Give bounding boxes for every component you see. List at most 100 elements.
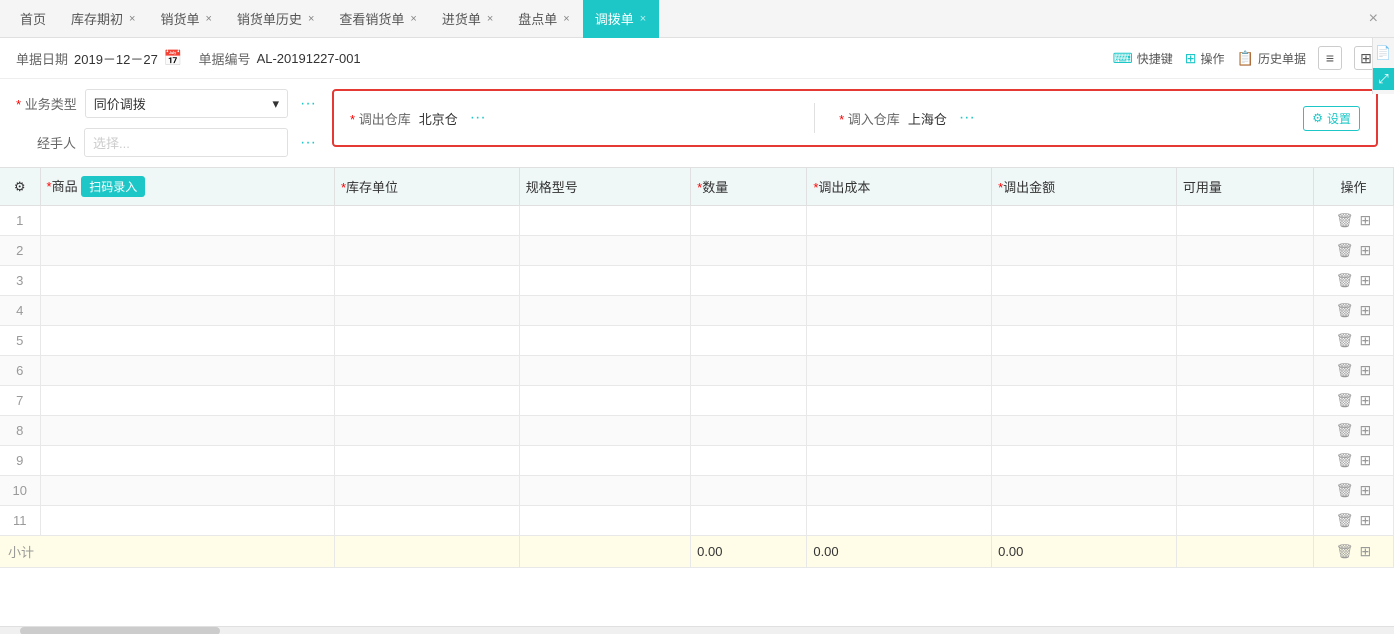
delete-icon[interactable]: 🗑 xyxy=(1336,272,1354,289)
tab-inventory-init[interactable]: 库存期初 × xyxy=(59,0,148,38)
warehouse-out-more[interactable]: ··· xyxy=(470,109,486,127)
copy-icon[interactable]: ⊞ xyxy=(1360,482,1372,499)
row-qty[interactable] xyxy=(691,326,807,356)
row-cost[interactable] xyxy=(807,266,992,296)
row-qty[interactable] xyxy=(691,236,807,266)
row-available[interactable] xyxy=(1176,476,1313,506)
copy-icon[interactable]: ⊞ xyxy=(1360,362,1372,379)
row-amount[interactable] xyxy=(992,296,1177,326)
row-cost[interactable] xyxy=(807,206,992,236)
business-type-select[interactable]: 同价调拨 ▾ xyxy=(85,89,288,118)
scan-button[interactable]: 扫码录入 xyxy=(81,176,145,197)
delete-icon[interactable]: 🗑 xyxy=(1336,302,1354,319)
copy-icon[interactable]: ⊞ xyxy=(1360,392,1372,409)
row-cost[interactable] xyxy=(807,506,992,536)
row-available[interactable] xyxy=(1176,386,1313,416)
handler-more[interactable]: ··· xyxy=(300,134,316,152)
row-amount[interactable] xyxy=(992,356,1177,386)
tab-inventory-count[interactable]: 盘点单 × xyxy=(506,0,582,38)
row-cost[interactable] xyxy=(807,476,992,506)
copy-icon[interactable]: ⊞ xyxy=(1360,512,1372,529)
row-qty[interactable] xyxy=(691,416,807,446)
row-cost[interactable] xyxy=(807,236,992,266)
row-cost[interactable] xyxy=(807,356,992,386)
delete-icon[interactable]: 🗑 xyxy=(1336,422,1354,439)
row-spec[interactable] xyxy=(519,206,690,236)
close-tab-sales-order[interactable]: × xyxy=(205,13,211,25)
close-all-tabs[interactable]: × xyxy=(1361,10,1386,28)
row-spec[interactable] xyxy=(519,506,690,536)
tab-transfer-order[interactable]: 调拨单 × xyxy=(583,0,659,38)
sidebar-expand-icon[interactable]: ⤢ xyxy=(1373,68,1394,90)
subtotal-copy-icon[interactable]: ⊞ xyxy=(1360,543,1372,560)
history-btn[interactable]: 📋 历史单据 xyxy=(1237,50,1306,67)
copy-icon[interactable]: ⊞ xyxy=(1360,422,1372,439)
horizontal-scrollbar[interactable] xyxy=(0,626,1394,634)
row-spec[interactable] xyxy=(519,236,690,266)
row-cost[interactable] xyxy=(807,296,992,326)
row-spec[interactable] xyxy=(519,266,690,296)
delete-icon[interactable]: 🗑 xyxy=(1336,392,1354,409)
row-product[interactable] xyxy=(40,326,334,356)
delete-icon[interactable]: 🗑 xyxy=(1336,452,1354,469)
row-unit[interactable] xyxy=(334,446,519,476)
row-amount[interactable] xyxy=(992,446,1177,476)
row-cost[interactable] xyxy=(807,416,992,446)
sidebar-doc-icon[interactable]: 📄 xyxy=(1373,42,1394,64)
business-type-more[interactable]: ··· xyxy=(300,95,316,113)
row-spec[interactable] xyxy=(519,446,690,476)
row-available[interactable] xyxy=(1176,506,1313,536)
delete-icon[interactable]: 🗑 xyxy=(1336,482,1354,499)
copy-icon[interactable]: ⊞ xyxy=(1360,452,1372,469)
copy-icon[interactable]: ⊞ xyxy=(1360,272,1372,289)
row-spec[interactable] xyxy=(519,356,690,386)
row-spec[interactable] xyxy=(519,476,690,506)
warehouse-in-more[interactable]: ··· xyxy=(959,109,975,127)
tab-home[interactable]: 首页 xyxy=(8,0,59,38)
row-product[interactable] xyxy=(40,206,334,236)
row-product[interactable] xyxy=(40,476,334,506)
row-amount[interactable] xyxy=(992,206,1177,236)
row-available[interactable] xyxy=(1176,446,1313,476)
calendar-icon[interactable]: 📅 xyxy=(164,49,183,67)
row-product[interactable] xyxy=(40,236,334,266)
shortcuts-btn[interactable]: ⌨ 快捷键 xyxy=(1113,50,1173,67)
delete-icon[interactable]: 🗑 xyxy=(1336,512,1354,529)
row-cost[interactable] xyxy=(807,446,992,476)
row-unit[interactable] xyxy=(334,266,519,296)
tab-sales-order[interactable]: 销货单 × xyxy=(148,0,224,38)
delete-icon[interactable]: 🗑 xyxy=(1336,242,1354,259)
row-unit[interactable] xyxy=(334,206,519,236)
settings-button[interactable]: ⚙ 设置 xyxy=(1303,106,1360,131)
row-unit[interactable] xyxy=(334,386,519,416)
row-unit[interactable] xyxy=(334,356,519,386)
row-product[interactable] xyxy=(40,356,334,386)
row-spec[interactable] xyxy=(519,296,690,326)
row-qty[interactable] xyxy=(691,206,807,236)
row-cost[interactable] xyxy=(807,386,992,416)
row-amount[interactable] xyxy=(992,326,1177,356)
delete-icon[interactable]: 🗑 xyxy=(1336,362,1354,379)
row-spec[interactable] xyxy=(519,326,690,356)
close-tab-inventory-init[interactable]: × xyxy=(129,13,135,25)
row-amount[interactable] xyxy=(992,386,1177,416)
copy-icon[interactable]: ⊞ xyxy=(1360,242,1372,259)
close-tab-sales-history[interactable]: × xyxy=(308,13,314,25)
row-qty[interactable] xyxy=(691,356,807,386)
row-spec[interactable] xyxy=(519,386,690,416)
close-tab-purchase-order[interactable]: × xyxy=(487,13,493,25)
row-unit[interactable] xyxy=(334,476,519,506)
close-tab-transfer-order[interactable]: × xyxy=(640,13,646,25)
copy-icon[interactable]: ⊞ xyxy=(1360,212,1372,229)
tab-purchase-order[interactable]: 进货单 × xyxy=(430,0,506,38)
row-amount[interactable] xyxy=(992,236,1177,266)
copy-icon[interactable]: ⊞ xyxy=(1360,302,1372,319)
row-unit[interactable] xyxy=(334,416,519,446)
handler-select[interactable]: 选择... xyxy=(84,128,288,157)
delete-icon[interactable]: 🗑 xyxy=(1336,332,1354,349)
row-product[interactable] xyxy=(40,446,334,476)
row-qty[interactable] xyxy=(691,446,807,476)
row-qty[interactable] xyxy=(691,266,807,296)
row-available[interactable] xyxy=(1176,206,1313,236)
operations-btn[interactable]: ⊞ 操作 xyxy=(1185,50,1225,67)
